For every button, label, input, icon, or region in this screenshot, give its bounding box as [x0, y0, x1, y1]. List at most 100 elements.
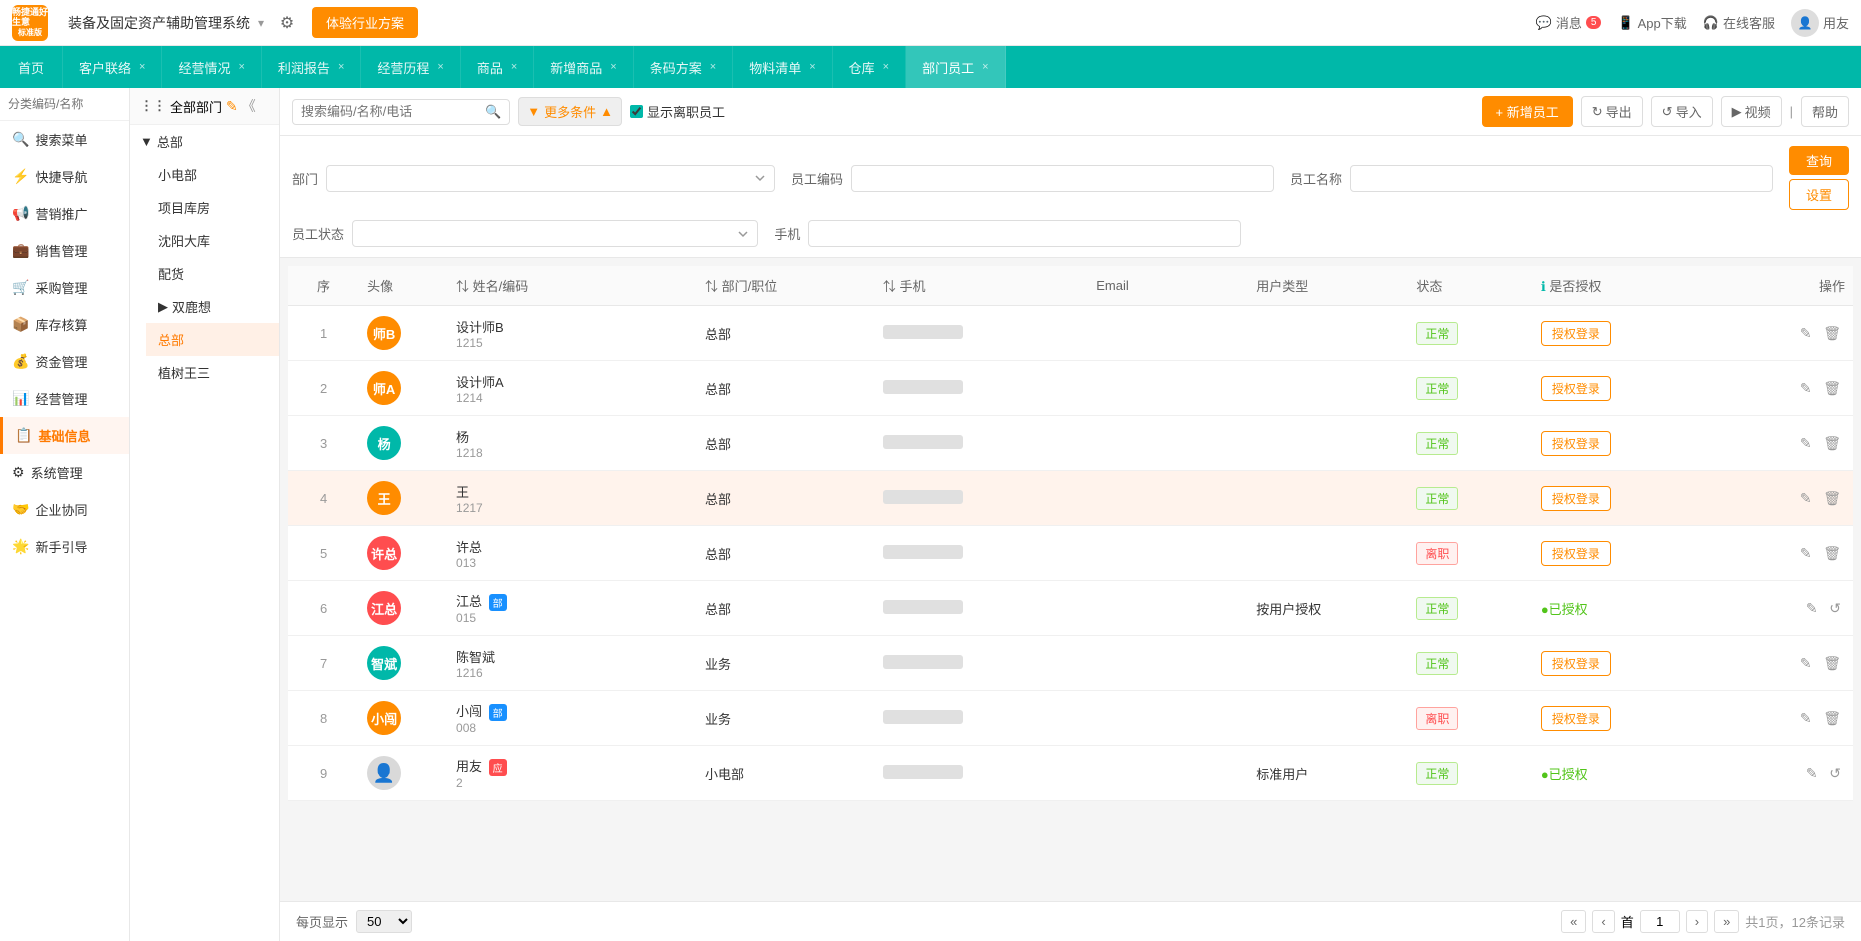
auth-button[interactable]: 授权登录	[1541, 376, 1611, 401]
search-input[interactable]	[301, 104, 481, 119]
gear-button[interactable]: ⚙	[272, 8, 302, 38]
close-icon[interactable]: ×	[511, 61, 517, 73]
tab-warehouse[interactable]: 仓库 ×	[833, 46, 906, 88]
page-input[interactable]	[1640, 910, 1680, 933]
auth-button[interactable]: 授权登录	[1541, 706, 1611, 731]
dept-node-shenyang[interactable]: 沈阳大库	[146, 224, 279, 257]
close-icon[interactable]: ×	[809, 61, 815, 73]
delete-button[interactable]: 🗑	[1819, 378, 1845, 399]
delete-button[interactable]: 🗑	[1819, 488, 1845, 509]
tab-customer[interactable]: 客户联络 ×	[63, 46, 162, 88]
th-phone[interactable]: ⇅ 手机	[875, 266, 1088, 306]
query-button[interactable]: 查询	[1789, 146, 1849, 175]
delete-button[interactable]: 🗑	[1819, 543, 1845, 564]
message-item[interactable]: 💬 消息 5	[1536, 13, 1602, 32]
sidebar-item-search[interactable]: 🔍 搜索菜单	[0, 121, 129, 158]
filter-dept-select[interactable]	[326, 165, 775, 192]
edit-button[interactable]: ✎	[1796, 433, 1816, 454]
close-icon[interactable]: ×	[610, 61, 616, 73]
tab-profit[interactable]: 利润报告 ×	[262, 46, 361, 88]
edit-button[interactable]: ✎	[1802, 598, 1822, 619]
filter-empname-input[interactable]	[1350, 165, 1773, 192]
sidebar-item-finance[interactable]: 💰 资金管理	[0, 343, 129, 380]
auth-button[interactable]: 授权登录	[1541, 541, 1611, 566]
dept-tree-collapse-icon[interactable]: 《	[242, 96, 256, 116]
sidebar-item-basic[interactable]: 📋 基础信息	[0, 417, 129, 454]
next-page-button[interactable]: ›	[1686, 910, 1708, 933]
dept-node-shuanglu[interactable]: ▶ 双鹿想	[146, 290, 279, 323]
dept-node-head[interactable]: ▼ 总部	[130, 125, 279, 158]
sidebar-item-nav[interactable]: ⚡ 快捷导航	[0, 158, 129, 195]
sidebar-item-purchase[interactable]: 🛒 采购管理	[0, 269, 129, 306]
close-icon[interactable]: ×	[982, 61, 988, 73]
show-resigned-checkbox[interactable]	[630, 105, 643, 118]
first-page-button[interactable]: «	[1561, 910, 1586, 933]
dept-tree-edit-icon[interactable]: ✎	[226, 98, 238, 115]
prev-page-button[interactable]: ‹	[1592, 910, 1614, 933]
delete-button[interactable]: ↺	[1825, 598, 1845, 619]
dept-node-zhishu[interactable]: 植树王三	[146, 356, 279, 389]
auth-button[interactable]: 授权登录	[1541, 651, 1611, 676]
edit-button[interactable]: ✎	[1796, 653, 1816, 674]
edit-button[interactable]: ✎	[1796, 488, 1816, 509]
more-filter-button[interactable]: ▼ 更多条件 ▲	[518, 97, 622, 126]
delete-button[interactable]: 🗑	[1819, 708, 1845, 729]
set-button[interactable]: 设置	[1789, 179, 1849, 210]
last-page-button[interactable]: »	[1714, 910, 1739, 933]
tab-goods[interactable]: 商品 ×	[461, 46, 534, 88]
help-button[interactable]: 帮助	[1801, 96, 1849, 127]
sidebar-search-input[interactable]	[8, 97, 130, 111]
auth-button[interactable]: 授权登录	[1541, 486, 1611, 511]
tab-history[interactable]: 经营历程 ×	[361, 46, 460, 88]
close-icon[interactable]: ×	[139, 61, 145, 73]
user-item[interactable]: 👤 用友	[1791, 9, 1849, 37]
tab-home[interactable]: 首页	[0, 46, 63, 88]
close-icon[interactable]: ×	[437, 61, 443, 73]
close-icon[interactable]: ×	[338, 61, 344, 73]
th-name[interactable]: ⇅ 姓名/编码	[448, 266, 697, 306]
sidebar-item-sales[interactable]: 💼 销售管理	[0, 232, 129, 269]
sidebar-item-mgmt[interactable]: 📊 经营管理	[0, 380, 129, 417]
close-icon[interactable]: ×	[710, 61, 716, 73]
delete-button[interactable]: 🗑	[1819, 653, 1845, 674]
edit-button[interactable]: ✎	[1796, 543, 1816, 564]
page-size-select[interactable]: 50 100 200	[356, 910, 412, 933]
delete-button[interactable]: ↺	[1825, 763, 1845, 784]
sidebar-item-guide[interactable]: 🌟 新手引导	[0, 528, 129, 565]
delete-button[interactable]: 🗑	[1819, 433, 1845, 454]
dept-node-shipping[interactable]: 配货	[146, 257, 279, 290]
tab-new-goods[interactable]: 新增商品 ×	[534, 46, 633, 88]
th-dept[interactable]: ⇅ 部门/职位	[697, 266, 875, 306]
import-button[interactable]: ↺ 导入	[1651, 96, 1713, 127]
sidebar-item-marketing[interactable]: 📢 营销推广	[0, 195, 129, 232]
show-resigned-wrap[interactable]: 显示离职员工	[630, 102, 725, 121]
tab-business[interactable]: 经营情况 ×	[162, 46, 261, 88]
edit-button[interactable]: ✎	[1796, 708, 1816, 729]
close-icon[interactable]: ×	[238, 61, 244, 73]
dept-node-project[interactable]: 项目库房	[146, 191, 279, 224]
auth-button[interactable]: 授权登录	[1541, 321, 1611, 346]
system-title-arrow[interactable]: ▾	[258, 16, 264, 30]
tab-dept-employee[interactable]: 部门员工 ×	[906, 46, 1005, 88]
filter-empcode-input[interactable]	[851, 165, 1274, 192]
edit-button[interactable]: ✎	[1796, 378, 1816, 399]
view-button[interactable]: ▶ 视频	[1721, 96, 1782, 127]
close-icon[interactable]: ×	[883, 61, 889, 73]
app-download-item[interactable]: 📱 App下载	[1617, 13, 1686, 32]
export-button[interactable]: ↻ 导出	[1581, 96, 1643, 127]
tab-barcode[interactable]: 条码方案 ×	[634, 46, 733, 88]
filter-phone-input[interactable]	[808, 220, 1240, 247]
sidebar-item-system[interactable]: ⚙ 系统管理	[0, 454, 129, 491]
add-employee-button[interactable]: + 新增员工	[1482, 96, 1573, 127]
sidebar-item-inventory[interactable]: 📦 库存核算	[0, 306, 129, 343]
edit-button[interactable]: ✎	[1796, 323, 1816, 344]
sidebar-item-collab[interactable]: 🤝 企业协同	[0, 491, 129, 528]
trial-button[interactable]: 体验行业方案	[312, 7, 418, 38]
auth-button[interactable]: 授权登录	[1541, 431, 1611, 456]
tab-bom[interactable]: 物料清单 ×	[733, 46, 832, 88]
dept-node-zongbu[interactable]: 总部	[146, 323, 279, 356]
delete-button[interactable]: 🗑	[1819, 323, 1845, 344]
filter-status-select[interactable]	[352, 220, 758, 247]
edit-button[interactable]: ✎	[1802, 763, 1822, 784]
online-service-item[interactable]: 🎧 在线客服	[1703, 13, 1775, 32]
